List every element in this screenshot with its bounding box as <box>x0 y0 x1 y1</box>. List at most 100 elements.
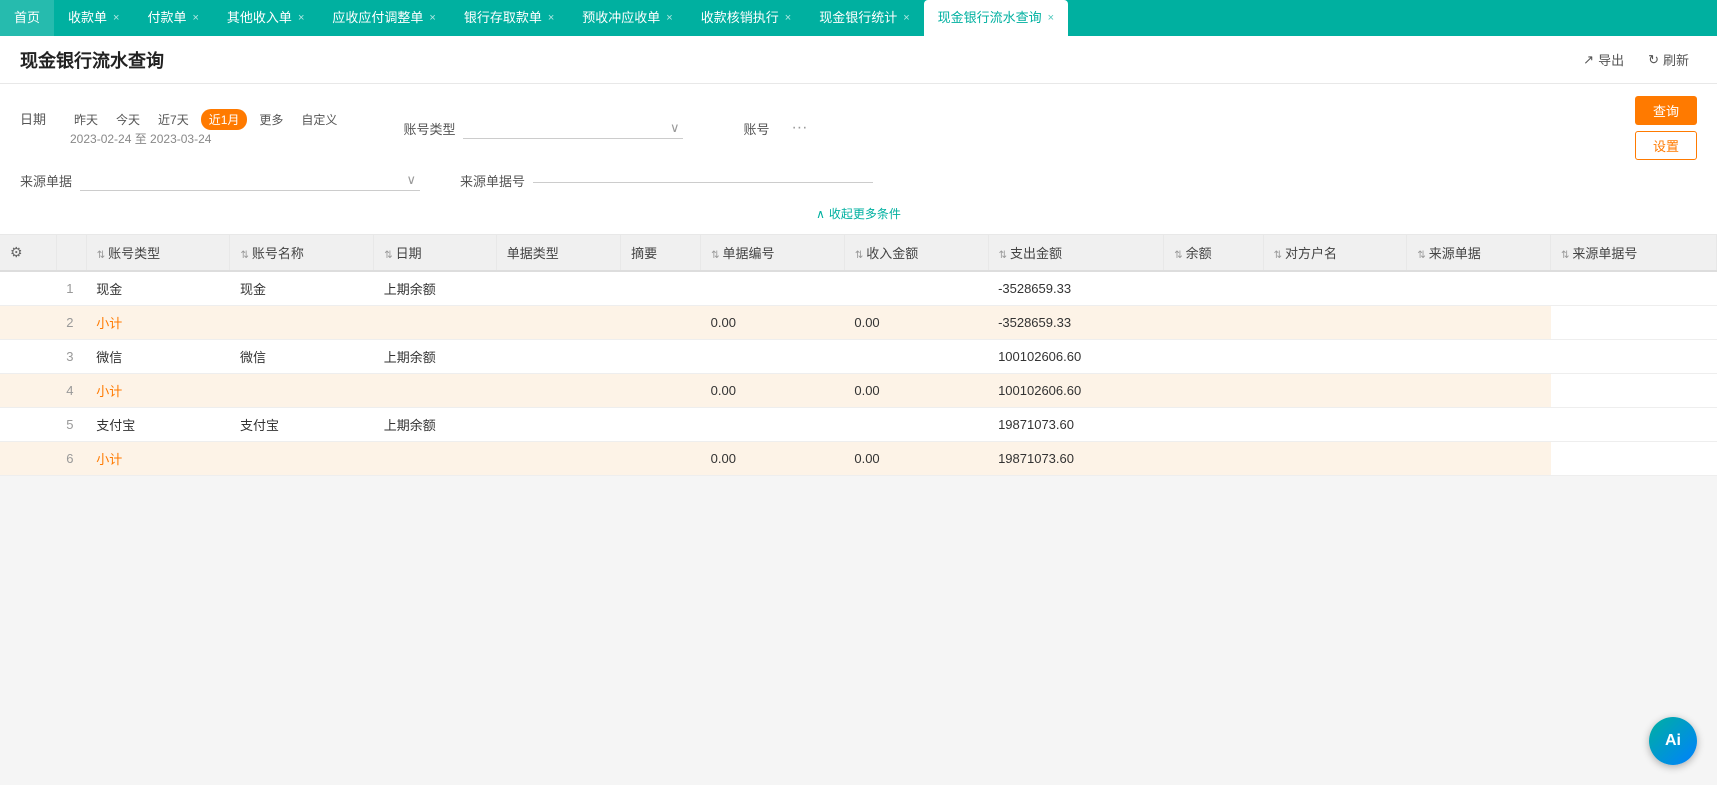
cell-counterparty <box>1164 374 1263 408</box>
date-filter-group: 日期 昨天 今天 近7天 近1月 更多 自定义 2023-02-24 至 202… <box>20 109 343 147</box>
nav-bank-deposit[interactable]: 银行存取款单 × <box>450 0 568 36</box>
cell-balance: -3528659.33 <box>988 306 1164 340</box>
nav-receipt[interactable]: 收款单 × <box>54 0 133 36</box>
table-row[interactable]: 6小计0.000.0019871073.60 <box>0 442 1717 476</box>
cell-account_type: 支付宝 <box>86 408 230 442</box>
nav-receipt-close[interactable]: × <box>113 0 119 36</box>
gear-icon[interactable]: ⚙ <box>10 244 23 260</box>
col-source-doc-no[interactable]: ⇅来源单据号 <box>1551 235 1717 271</box>
cell-source_doc_no <box>1407 271 1551 306</box>
col-date[interactable]: ⇅日期 <box>374 235 497 271</box>
col-income[interactable]: ⇅收入金额 <box>844 235 988 271</box>
cell-source_doc_no <box>1407 374 1551 408</box>
nav-ap-adjust[interactable]: 应收应付调整单 × <box>318 0 449 36</box>
source-doc-num-input[interactable] <box>533 178 873 183</box>
cell-expense: 0.00 <box>844 374 988 408</box>
date-1month[interactable]: 近1月 <box>201 109 248 130</box>
table-row[interactable]: 4小计0.000.00100102606.60 <box>0 374 1717 408</box>
nav-bank-stats[interactable]: 现金银行统计 × <box>805 0 923 36</box>
account-more-icon[interactable]: ··· <box>791 119 807 137</box>
row-number: 5 <box>56 408 86 442</box>
nav-bank-flow-close[interactable]: × <box>1048 0 1054 36</box>
col-counterparty[interactable]: ⇅对方户名 <box>1263 235 1407 271</box>
refresh-label: 刷新 <box>1663 50 1689 69</box>
cell-counterparty <box>1164 306 1263 340</box>
table-wrap: ⚙ ⇅账号类型 ⇅账号名称 ⇅日期 单据类型 摘要 ⇅单据编号 ⇅收入金额 ⇅支… <box>0 235 1717 476</box>
date-options: 昨天 今天 近7天 近1月 更多 自定义 <box>68 109 343 130</box>
col-account-name[interactable]: ⇅账号名称 <box>230 235 374 271</box>
nav-payment-close[interactable]: × <box>192 0 198 36</box>
query-button[interactable]: 查询 <box>1635 96 1697 125</box>
nav-ap-adjust-close[interactable]: × <box>429 0 435 36</box>
cell-account_name <box>230 442 374 476</box>
nav-ap-adjust-label: 应收应付调整单 <box>332 0 423 36</box>
nav-other-income[interactable]: 其他收入单 × <box>213 0 318 36</box>
nav-receipt-label: 收款单 <box>68 0 107 36</box>
cell-account_type: 小计 <box>86 374 230 408</box>
cell-balance: 100102606.60 <box>988 374 1164 408</box>
settings-button[interactable]: 设置 <box>1635 131 1697 160</box>
cell-expense: 0.00 <box>844 306 988 340</box>
cell-account_type: 小计 <box>86 306 230 340</box>
cell-source_doc <box>1263 306 1407 340</box>
date-more[interactable]: 更多 <box>253 109 289 130</box>
col-source-doc[interactable]: ⇅来源单据 <box>1407 235 1551 271</box>
col-gear[interactable]: ⚙ <box>0 235 56 271</box>
cell-income <box>701 408 845 442</box>
cell-doc_no <box>621 271 701 306</box>
table-row[interactable]: 5支付宝支付宝上期余额19871073.60 <box>0 408 1717 442</box>
col-doc-no[interactable]: ⇅单据编号 <box>701 235 845 271</box>
table-row[interactable]: 2小计0.000.00-3528659.33 <box>0 306 1717 340</box>
source-doc-select[interactable]: ∨ <box>80 170 420 191</box>
nav-bank-deposit-close[interactable]: × <box>548 0 554 36</box>
nav-pre-offset-close[interactable]: × <box>666 0 672 36</box>
nav-bank-stats-close[interactable]: × <box>903 0 909 36</box>
nav-bank-flow[interactable]: 现金银行流水查询 × <box>924 0 1068 36</box>
account-type-select[interactable]: ∨ <box>463 118 683 139</box>
cell-summary <box>496 408 620 442</box>
nav-bank-stats-label: 现金银行统计 <box>819 0 897 36</box>
nav-other-income-close[interactable]: × <box>298 0 304 36</box>
cell-expense <box>844 340 988 374</box>
date-yesterday[interactable]: 昨天 <box>68 109 104 130</box>
cell-expense <box>844 408 988 442</box>
refresh-icon: ↻ <box>1648 52 1659 68</box>
account-label: 账号 <box>743 119 783 138</box>
source-doc-num-group: 来源单据号 <box>460 171 873 190</box>
nav-payment[interactable]: 付款单 × <box>133 0 212 36</box>
cell-doc_no <box>621 408 701 442</box>
table-row[interactable]: 3微信微信上期余额100102606.60 <box>0 340 1717 374</box>
cell-account_name: 支付宝 <box>230 408 374 442</box>
nav-collection-verify[interactable]: 收款核销执行 × <box>687 0 805 36</box>
export-button[interactable]: ↗ 导出 <box>1575 46 1632 73</box>
cell-source_doc <box>1263 340 1407 374</box>
export-label: 导出 <box>1598 50 1624 69</box>
cell-counterparty <box>1164 340 1263 374</box>
date-custom[interactable]: 自定义 <box>295 109 343 130</box>
cell-doc_no <box>621 374 701 408</box>
nav-home[interactable]: 首页 <box>0 0 54 36</box>
date-7days[interactable]: 近7天 <box>152 109 195 130</box>
nav-collection-verify-close[interactable]: × <box>785 0 791 36</box>
cell-counterparty <box>1164 408 1263 442</box>
filter-area: 日期 昨天 今天 近7天 近1月 更多 自定义 2023-02-24 至 202… <box>0 84 1717 235</box>
refresh-button[interactable]: ↻ 刷新 <box>1640 46 1697 73</box>
cell-account_name: 微信 <box>230 340 374 374</box>
collapse-button[interactable]: ∧ 收起更多条件 <box>20 201 1697 226</box>
col-account-type[interactable]: ⇅账号类型 <box>86 235 230 271</box>
cell-doc_no <box>621 442 701 476</box>
ai-assistant-button[interactable]: Ai <box>1649 717 1697 765</box>
cell-account_type: 现金 <box>86 271 230 306</box>
cell-doc_type: 上期余额 <box>374 340 497 374</box>
date-today[interactable]: 今天 <box>110 109 146 130</box>
col-balance[interactable]: ⇅余额 <box>1164 235 1263 271</box>
nav-pre-offset[interactable]: 预收冲应收单 × <box>568 0 686 36</box>
table-row[interactable]: 1现金现金上期余额-3528659.33 <box>0 271 1717 306</box>
cell-balance: 19871073.60 <box>988 442 1164 476</box>
filter-row-1: 日期 昨天 今天 近7天 近1月 更多 自定义 2023-02-24 至 202… <box>20 96 1697 160</box>
col-expense[interactable]: ⇅支出金额 <box>988 235 1164 271</box>
cell-income <box>701 340 845 374</box>
cell-source_doc <box>1263 271 1407 306</box>
nav-bank-deposit-label: 银行存取款单 <box>464 0 542 36</box>
row-seq <box>0 408 56 442</box>
